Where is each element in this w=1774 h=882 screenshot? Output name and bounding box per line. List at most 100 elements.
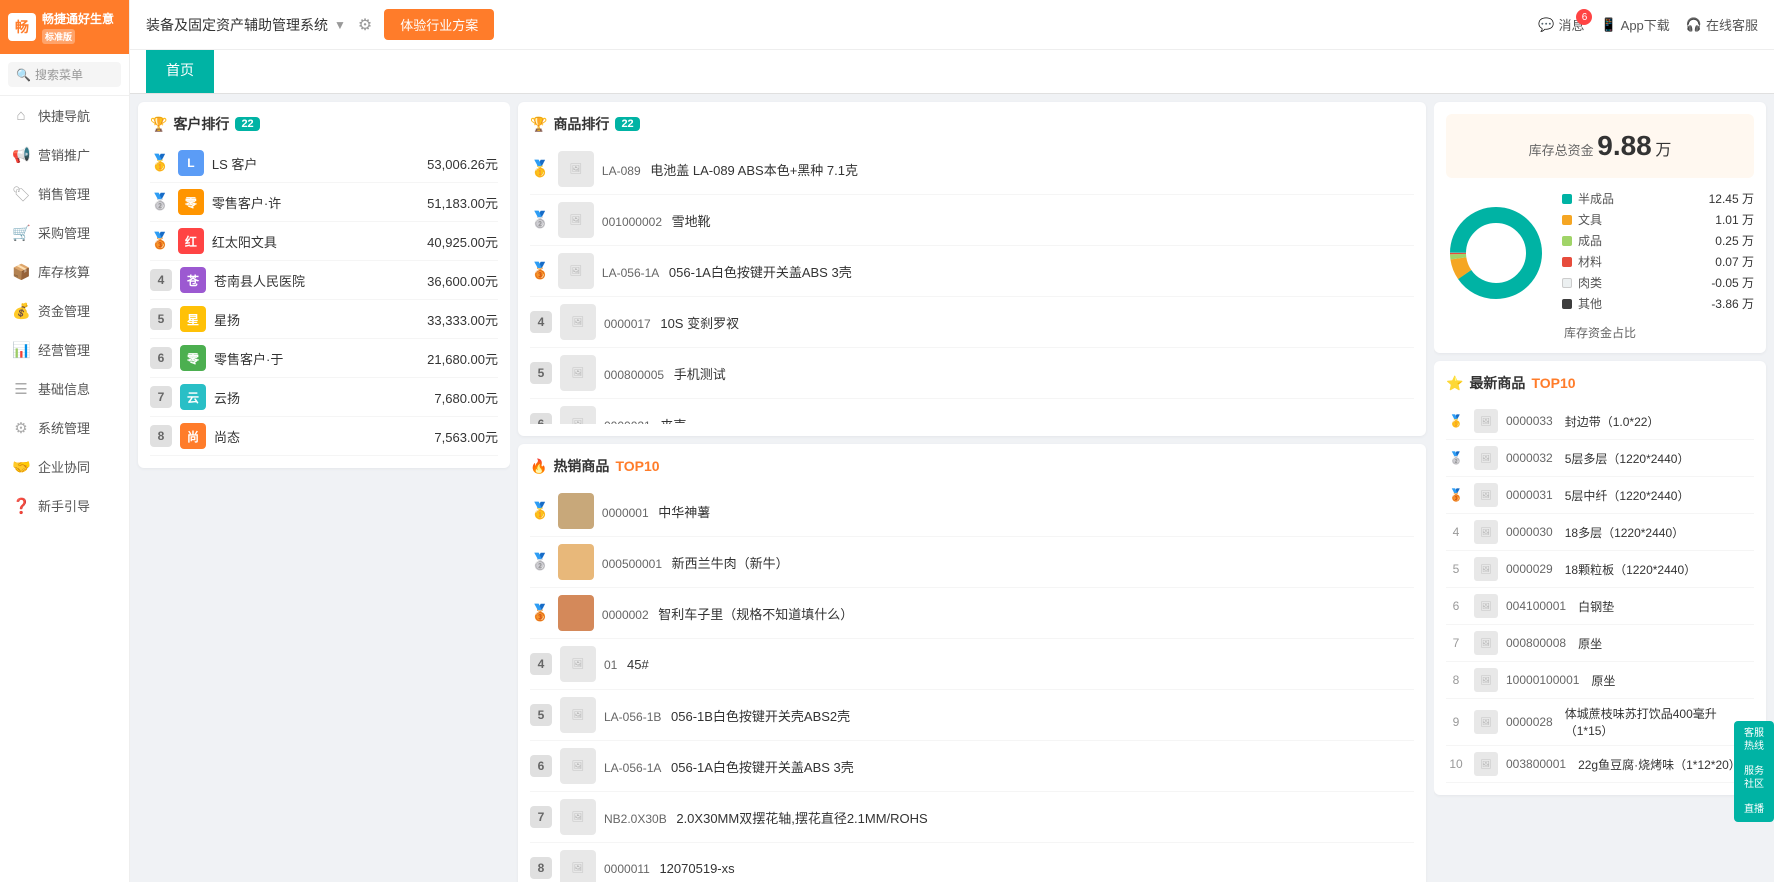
latest-top10-label: TOP10 [1531,375,1575,391]
hot-products-label: 热销商品 [553,456,609,476]
inventory-unit: 万 [1655,142,1671,159]
product-info-1: LA-089 电池盖 LA-089 ABS本色+黑种 7.1克 [602,160,1414,179]
sidebar-item-quick-nav[interactable]: ⌂ 快捷导航 [0,96,129,135]
sidebar-item-marketing[interactable]: 📢 营销推广 [0,135,129,174]
hot-product-info-2: 000500001 新西兰牛肉（新牛） [602,553,1414,572]
customer-name-3: 红太阳文具 [212,232,419,251]
message-btn[interactable]: 💬 消息 6 [1538,15,1584,34]
hot-product-item: 🥈 000500001 新西兰牛肉（新牛） [530,537,1414,588]
hot-products-card: 🔥 热销商品 TOP10 🥇 0000001 中华神薯 🥈 [518,444,1426,882]
customer-avatar-3: 红 [178,228,204,254]
product-name-4: 10S 变刹罗衩 [660,316,739,331]
settings-icon[interactable]: ⚙ [358,15,372,35]
online-service-btn[interactable]: 🎧 在线客服 [1686,15,1758,34]
product-ranking-list: 🥇 🖼 LA-089 电池盖 LA-089 ABS本色+黑种 7.1克 🥈 🖼 … [530,144,1414,424]
hot-product-img-8: 🖼 [560,850,596,882]
sidebar-item-label: 基础信息 [38,379,90,398]
customer-ranking-list: 🥇 L LS 客户 53,006.26元 🥈 零 零售客户·许 51,183.0… [150,144,498,456]
latest-product-item: 🥉 🖼 0000031 5层中纤（1220*2440） [1446,477,1754,514]
hot-product-item: 5 🖼 LA-056-1B 056-1B白色按键开关壳ABS2壳 [530,690,1414,741]
product-code-3: LA-056-1A [602,266,659,280]
customer-avatar-4: 苍 [180,267,206,293]
img-placeholder-icon: 🖼 [572,659,585,670]
sidebar-search[interactable]: 🔍 搜索菜单 [0,54,129,96]
system-name-text: 装备及固定资产辅助管理系统 [146,15,328,35]
legend-dot-material [1562,257,1572,267]
hot-product-info-8: 0000011 12070519-xs [604,861,1414,876]
latest-rank-7: 7 [1446,636,1466,650]
product-rank-item: 4 🖼 0000017 10S 变刹罗衩 [530,297,1414,348]
latest-img-5: 🖼 [1474,557,1498,581]
rank-num-h8: 8 [530,857,552,879]
search-input-area[interactable]: 🔍 搜索菜单 [8,62,121,87]
list-icon: ☰ [12,380,30,398]
search-label: 搜索菜单 [35,66,83,83]
sidebar-item-system[interactable]: ⚙ 系统管理 [0,408,129,447]
medal-3-icon: 🥉 [150,231,170,251]
inventory-label: 库存总资金 [1529,143,1594,158]
hot-product-img-3 [558,595,594,631]
latest-name-2: 5层多层（1220*2440） [1565,450,1690,467]
float-btn-hotline[interactable]: 客服 热线 [1734,721,1774,759]
box-icon: 📦 [12,263,30,281]
sidebar-item-cooperation[interactable]: 🤝 企业协同 [0,447,129,486]
customer-avatar-8: 尚 [180,423,206,449]
img-icon: 🖼 [1480,490,1491,501]
sidebar-item-label: 销售管理 [38,184,90,203]
latest-img-9: 🖼 [1474,710,1498,734]
hot-product-img-1 [558,493,594,529]
hot-product-info-1: 0000001 中华神薯 [602,502,1414,521]
hot-product-info-5: LA-056-1B 056-1B白色按键开关壳ABS2壳 [604,706,1414,725]
hp-name-8: 12070519-xs [659,861,734,876]
product-rank-item: 🥉 🖼 LA-056-1A 056-1A白色按键开关盖ABS 3壳 [530,246,1414,297]
sidebar-item-guide[interactable]: ❓ 新手引导 [0,486,129,525]
system-name[interactable]: 装备及固定资产辅助管理系统 ▼ [146,15,346,35]
legend-name-material: 材料 [1578,253,1709,270]
latest-product-item: 6 🖼 004100001 白钢垫 [1446,588,1754,625]
customer-name-4: 苍南县人民医院 [214,271,419,290]
page-tabs: 首页 [130,50,1774,94]
customer-name-8: 尚态 [214,427,426,446]
sidebar-item-inventory[interactable]: 📦 库存核算 [0,252,129,291]
sidebar-item-sales[interactable]: 🏷 销售管理 [0,174,129,213]
latest-img-3: 🖼 [1474,483,1498,507]
float-btn-live[interactable]: 直播 [1734,797,1774,822]
rank-num-h6: 6 [530,755,552,777]
latest-img-1: 🖼 [1474,409,1498,433]
trophy-icon-2: 🏆 [530,116,547,133]
sidebar-item-operation[interactable]: 📊 经营管理 [0,330,129,369]
sidebar-item-basic-info[interactable]: ☰ 基础信息 [0,369,129,408]
customer-amount-2: 51,183.00元 [427,193,498,212]
search-icon: 🔍 [16,68,31,82]
customer-rank-item: 7 云 云扬 7,680.00元 [150,378,498,417]
sidebar-item-label: 经营管理 [38,340,90,359]
hp-code-8: 0000011 [604,862,650,876]
logo-text-area: 畅捷通好生意 标准版 [42,10,114,44]
product-code-2: 001000002 [602,215,662,229]
product-info-6: 0000021 夹壳 [604,415,1414,425]
float-btn-community[interactable]: 服务 社区 [1734,759,1774,797]
online-service-label: 在线客服 [1706,15,1758,34]
message-icon: 💬 [1538,17,1554,33]
sidebar-item-finance[interactable]: 💰 资金管理 [0,291,129,330]
sidebar-item-label: 系统管理 [38,418,90,437]
sidebar-item-purchase[interactable]: 🛒 采购管理 [0,213,129,252]
img-icon: 🖼 [1480,759,1491,770]
sidebar-logo: 畅 畅捷通好生意 标准版 [0,0,129,54]
tab-home[interactable]: 首页 [146,50,214,93]
product-img-4: 🖼 [560,304,596,340]
latest-products-label: 最新商品 [1469,373,1525,393]
customer-name-2: 零售客户·许 [212,193,419,212]
app-download-btn[interactable]: 📱 App下载 [1600,15,1669,34]
latest-name-1: 封边带（1.0*22） [1565,413,1660,430]
img-placeholder-icon: 🖼 [572,419,585,425]
latest-code-10: 003800001 [1506,757,1566,771]
customer-rank-item: 5 星 星扬 33,333.00元 [150,300,498,339]
trial-btn[interactable]: 体验行业方案 [384,9,494,40]
inventory-legend: 半成品 12.45 万 文具 1.01 万 成品 0.25 万 [1562,190,1754,316]
customer-rank-item: 6 零 零售客户·于 21,680.00元 [150,339,498,378]
topbar-right: 💬 消息 6 📱 App下载 🎧 在线客服 [1538,15,1758,34]
inventory-card: 库存总资金 9.88 万 [1434,102,1766,353]
rank-num-p5: 5 [530,362,552,384]
inventory-chart-label: 库存资金占比 [1446,324,1754,341]
